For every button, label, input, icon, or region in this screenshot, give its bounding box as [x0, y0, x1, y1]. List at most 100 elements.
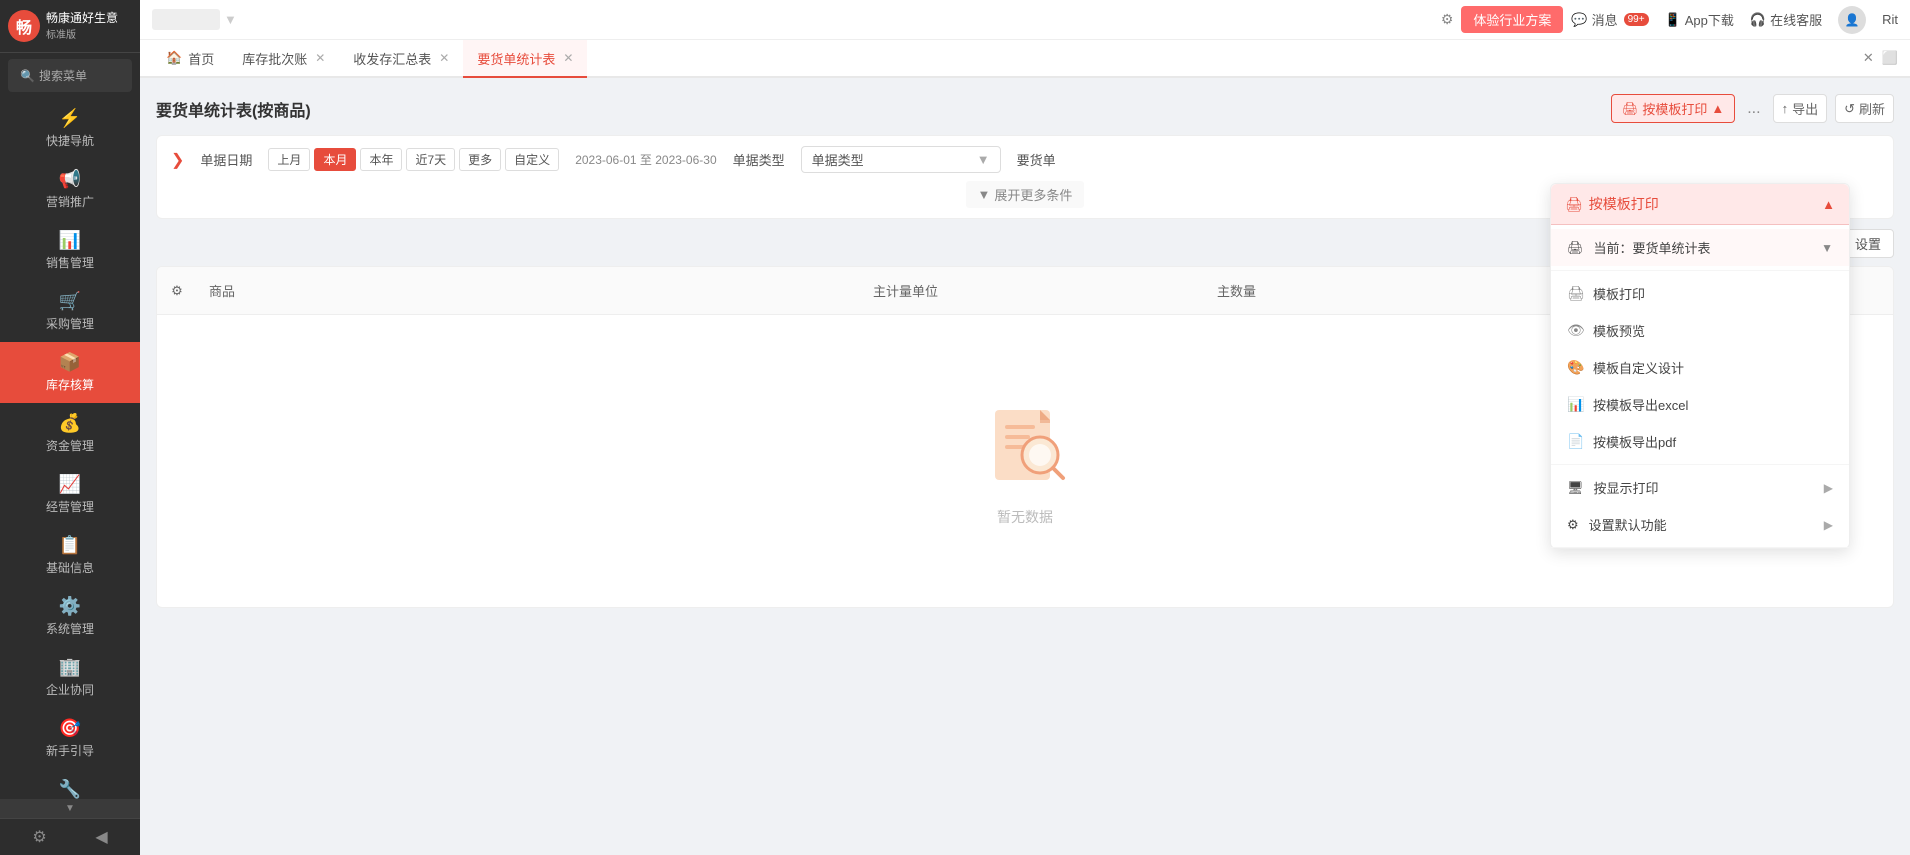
sidebar-item-basic[interactable]: 📋 基础信息: [0, 525, 140, 586]
expand-more-btn[interactable]: ▼ 展开更多条件: [966, 181, 1085, 208]
cargo-filter-label: 要货单: [1017, 150, 1056, 169]
sidebar-item-appstore[interactable]: 🔧 应用中心: [0, 769, 140, 799]
main-content: ▼ ⚙ 体验行业方案 💬 消息 99+ 📱 App下载 🎧 在线客服 👤 Rit: [140, 0, 1910, 855]
app-download-icon: 📱: [1665, 12, 1681, 28]
dropdown-close-arrow[interactable]: ▲: [1822, 197, 1835, 212]
topbar-gear-icon[interactable]: ⚙: [1441, 11, 1454, 28]
export-pdf-icon: 📄: [1567, 433, 1583, 450]
app-name-block: 畅康通好生意 标准版: [46, 11, 118, 42]
sidebar-nav: ⚡ 快捷导航 📢 营销推广 📊 销售管理 🛒 采购管理 📦 库存核算 💰 资金管…: [0, 98, 140, 799]
appstore-icon: 🔧: [59, 779, 81, 799]
date-btn-current-month[interactable]: 本月: [314, 148, 356, 171]
trial-btn[interactable]: 体验行业方案: [1461, 6, 1563, 33]
tab-home-label: 首页: [188, 49, 214, 68]
refresh-btn[interactable]: ↺ 刷新: [1835, 94, 1894, 123]
sidebar-item-marketing[interactable]: 📢 营销推广: [0, 159, 140, 220]
sidebar-bottom: ⚙ ◀: [0, 818, 140, 855]
print-dropdown-arrow: ▲: [1711, 101, 1724, 116]
more-icon[interactable]: ...: [1743, 98, 1764, 120]
online-service-btn[interactable]: 🎧 在线客服: [1750, 10, 1822, 29]
sidebar-item-system[interactable]: ⚙️ 系统管理: [0, 586, 140, 647]
system-icon: ⚙️: [59, 596, 81, 617]
print-template-label: 按模板打印: [1642, 99, 1707, 118]
sidebar-scroll-down[interactable]: ▼: [0, 799, 140, 818]
sidebar-item-quick-nav[interactable]: ⚡ 快捷导航: [0, 98, 140, 159]
print-header-icon: 🖨: [1565, 196, 1583, 213]
th-unit: 主计量单位: [861, 275, 1205, 306]
notification-btn[interactable]: 💬 消息 99+: [1571, 10, 1648, 29]
sidebar-item-enterprise[interactable]: 🏢 企业协同: [0, 647, 140, 708]
topbar: ▼ ⚙ 体验行业方案 💬 消息 99+ 📱 App下载 🎧 在线客服 👤 Rit: [140, 0, 1910, 40]
settings-icon[interactable]: ⚙: [32, 827, 46, 847]
online-service-label: 在线客服: [1770, 10, 1822, 29]
user-name[interactable]: Rit: [1882, 12, 1898, 27]
print-template-btn[interactable]: 🖨 按模板打印 ▲: [1611, 94, 1735, 123]
sidebar-item-purchase[interactable]: 🛒 采购管理: [0, 281, 140, 342]
th-settings[interactable]: ⚙: [157, 277, 197, 305]
tab-order-stats-close[interactable]: ✕: [563, 51, 573, 65]
page-header: 要货单统计表(按商品) 🖨 按模板打印 ▲ ... ↑ 导出 ↺ 刷新: [156, 94, 1894, 123]
quick-nav-label: 快捷导航: [46, 132, 94, 149]
tab-inventory-batch[interactable]: 库存批次账 ✕: [228, 40, 339, 78]
sidebar-logo: 畅 畅康通好生意 标准版: [0, 0, 140, 53]
notification-label: 消息: [1592, 10, 1618, 29]
app-version: 标准版: [46, 26, 118, 41]
tab-receivables[interactable]: 收发存汇总表 ✕: [339, 40, 463, 78]
print-icon: 🖨: [1622, 101, 1639, 117]
export-btn[interactable]: ↑ 导出: [1773, 94, 1828, 123]
dropdown-item-export-pdf[interactable]: 📄 按模板导出pdf: [1551, 423, 1849, 460]
dropdown-current-section: 🖨 当前：要货单统计表 ▼: [1551, 225, 1849, 271]
breadcrumb: ▼: [152, 9, 1429, 30]
tab-receivables-close[interactable]: ✕: [439, 51, 449, 65]
dropdown-extra-section: 🖥 按显示打印 ▶ ⚙ 设置默认功能 ▶: [1551, 465, 1849, 548]
dropdown-item-template-design[interactable]: 🎨 模板自定义设计: [1551, 349, 1849, 386]
page-content: 要货单统计表(按商品) 🖨 按模板打印 ▲ ... ↑ 导出 ↺ 刷新: [140, 78, 1910, 855]
sidebar-item-operations[interactable]: 📈 经营管理: [0, 464, 140, 525]
finance-icon: 💰: [59, 413, 81, 434]
tab-inventory-batch-label: 库存批次账: [242, 49, 307, 68]
operations-icon: 📈: [59, 474, 81, 495]
window-close-icon[interactable]: ✕: [1863, 50, 1874, 66]
avatar[interactable]: 👤: [1838, 6, 1866, 34]
date-filter-btns: 上月 本月 本年 近7天 更多 自定义: [268, 148, 559, 171]
dropdown-item-template-print[interactable]: 🖨 模板打印: [1551, 275, 1849, 312]
sidebar-item-inventory[interactable]: 📦 库存核算: [0, 342, 140, 403]
search-label: 搜索菜单: [39, 67, 87, 84]
date-btn-last-7days[interactable]: 近7天: [406, 148, 455, 171]
tabs-bar: 🏠 首页 库存批次账 ✕ 收发存汇总表 ✕ 要货单统计表 ✕ ✕ ⬜: [140, 40, 1910, 78]
type-select-placeholder: 单据类型: [812, 150, 864, 169]
app-download-btn[interactable]: 📱 App下载: [1665, 10, 1734, 29]
display-print-icon: 🖥: [1567, 480, 1584, 496]
sidebar-item-finance[interactable]: 💰 资金管理: [0, 403, 140, 464]
avatar-icon: 👤: [1845, 13, 1860, 27]
sidebar-item-newbie[interactable]: 🎯 新手引导: [0, 708, 140, 769]
filter-expand-chevron[interactable]: ❯: [171, 150, 184, 170]
breadcrumb-item[interactable]: [152, 9, 220, 30]
basic-icon: 📋: [59, 535, 81, 556]
set-default-label: 设置默认功能: [1589, 515, 1667, 534]
tab-order-stats-label: 要货单统计表: [477, 49, 555, 68]
date-btn-custom[interactable]: 自定义: [505, 148, 559, 171]
collapse-icon[interactable]: ◀: [95, 827, 107, 847]
expand-icon: ▼: [978, 187, 991, 202]
date-btn-last-month[interactable]: 上月: [268, 148, 310, 171]
tab-inventory-batch-close[interactable]: ✕: [315, 51, 325, 65]
sidebar-search[interactable]: 🔍 搜索菜单: [8, 59, 132, 92]
dropdown-current-item[interactable]: 🖨 当前：要货单统计表 ▼: [1551, 229, 1849, 266]
display-print-label: 按显示打印: [1594, 478, 1659, 497]
app-name: 畅康通好生意: [46, 11, 118, 27]
tab-order-stats[interactable]: 要货单统计表 ✕: [463, 40, 587, 78]
tab-home[interactable]: 🏠 首页: [152, 40, 228, 78]
sidebar-item-sales[interactable]: 📊 销售管理: [0, 220, 140, 281]
enterprise-icon: 🏢: [59, 657, 81, 678]
expand-label: 展开更多条件: [994, 185, 1072, 204]
dropdown-item-template-preview[interactable]: 👁 模板预览: [1551, 312, 1849, 349]
date-btn-current-year[interactable]: 本年: [360, 148, 402, 171]
window-maximize-icon[interactable]: ⬜: [1882, 50, 1898, 66]
dropdown-item-display-print[interactable]: 🖥 按显示打印 ▶: [1551, 469, 1849, 506]
dropdown-item-set-default[interactable]: ⚙ 设置默认功能 ▶: [1551, 506, 1849, 543]
type-filter-select[interactable]: 单据类型 ▼: [801, 146, 1001, 173]
date-btn-more[interactable]: 更多: [459, 148, 501, 171]
set-default-icon: ⚙: [1567, 517, 1579, 533]
dropdown-item-export-excel[interactable]: 📊 按模板导出excel: [1551, 386, 1849, 423]
